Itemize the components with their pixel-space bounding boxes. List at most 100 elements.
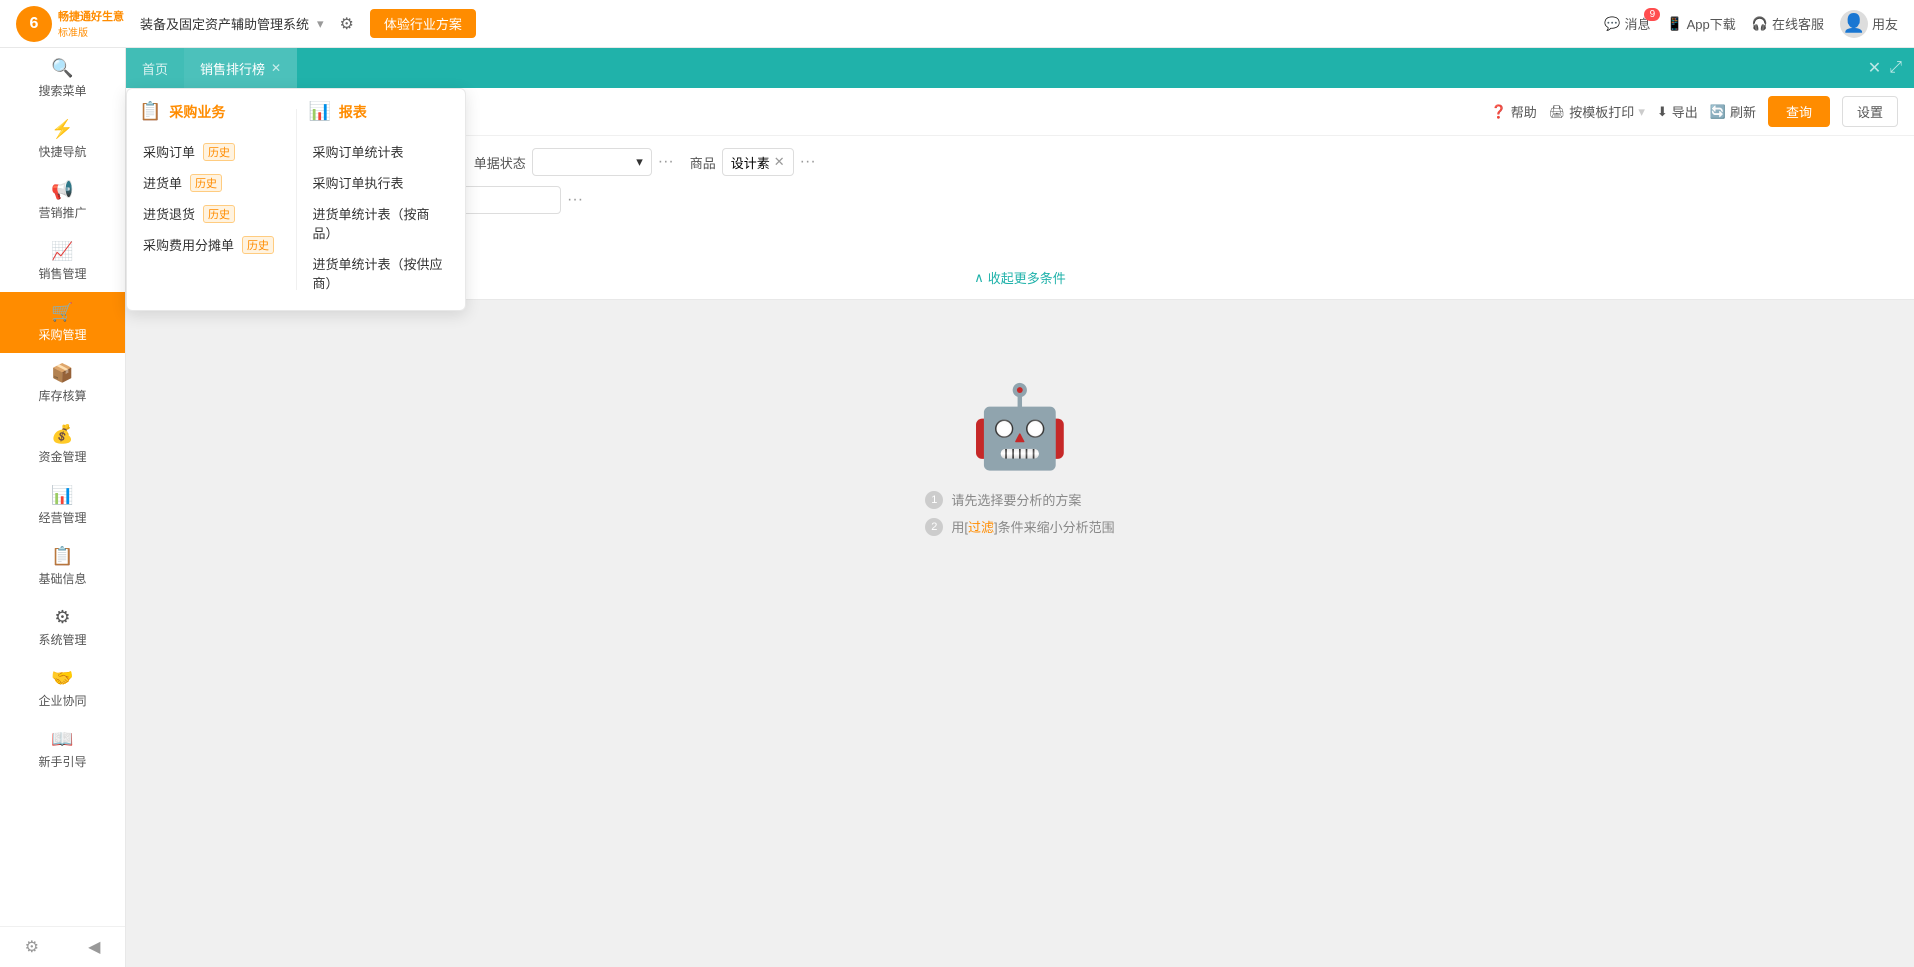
menu-item-goods-receipt[interactable]: 进货单 历史 xyxy=(139,167,284,198)
menu-item-receipt-goods[interactable]: 进货单统计表（按商品） xyxy=(309,198,454,248)
empty-step-1: 1 请先选择要分析的方案 xyxy=(925,490,1081,509)
purchase-section: 📋 采购业务 采购订单 历史 进货单 历史 xyxy=(127,101,296,298)
report-section-icon: 📊 xyxy=(309,101,331,122)
handshake-icon: 🤝 xyxy=(51,668,73,689)
settings-bottom-icon[interactable]: ⚙ xyxy=(25,937,39,957)
sidebar-label-sales: 销售管理 xyxy=(38,265,86,282)
voucher-status-group: 单据状态 ▾ ··· xyxy=(474,148,674,176)
query-btn[interactable]: 查询 xyxy=(1768,96,1830,127)
receipt-goods-label: 进货单统计表（按商品） xyxy=(313,204,450,242)
menu-sections: 📋 采购业务 采购订单 历史 进货单 历史 xyxy=(127,101,465,298)
system-dropdown-icon[interactable]: ▾ xyxy=(317,16,324,32)
purchase-section-icon: 📋 xyxy=(139,101,161,122)
menu-item-purchase-order[interactable]: 采购订单 历史 xyxy=(139,136,284,167)
sidebar-item-guide[interactable]: 📖 新手引导 xyxy=(0,719,125,780)
app-download-btn[interactable]: 📱 App下载 xyxy=(1666,14,1735,33)
sidebar-item-basic[interactable]: 📋 基础信息 xyxy=(0,536,125,597)
collapse-label: 收起更多条件 xyxy=(988,268,1066,287)
sidebar-label-quick-nav: 快捷导航 xyxy=(38,143,86,160)
goods-receipt-history-badge: 历史 xyxy=(190,174,222,192)
goods-label: 商品 xyxy=(690,153,716,172)
purchase-order-history-badge: 历史 xyxy=(203,143,235,161)
logo-area: 6 畅捷通好生意 标准版 xyxy=(16,6,124,42)
goods-tag-close-icon[interactable]: ✕ xyxy=(774,154,785,170)
sidebar-item-system[interactable]: ⚙ 系统管理 xyxy=(0,597,125,658)
goods-tag-text: 设计素 xyxy=(731,153,770,172)
voucher-status-select[interactable]: ▾ xyxy=(532,148,652,176)
user-avatar: 👤 xyxy=(1840,10,1868,38)
collapse-up-icon: ∧ xyxy=(974,270,984,286)
goods-return-label: 进货退货 xyxy=(143,204,195,223)
flash-icon: ⚡ xyxy=(51,119,73,140)
export-icon: ⬇ xyxy=(1657,104,1668,120)
app-name: 畅捷通好生意 xyxy=(58,8,124,24)
goods-receipt-label: 进货单 xyxy=(143,173,182,192)
menu-item-order-exec[interactable]: 采购订单执行表 xyxy=(309,167,454,198)
tab-sales-rank[interactable]: 销售排行榜 ✕ xyxy=(184,48,297,88)
sales-rank-tab-label: 销售排行榜 xyxy=(200,59,265,78)
online-service-label: 在线客服 xyxy=(1772,14,1824,33)
export-btn[interactable]: ⬇ 导出 xyxy=(1657,102,1698,121)
nav-with-menu: ❓ 帮助 🖨 按模板打印 ▾ ⬇ 导出 🔄 xyxy=(126,88,1914,616)
online-service-btn[interactable]: 🎧 在线客服 xyxy=(1752,14,1824,33)
message-btn[interactable]: 💬 消息 9 xyxy=(1604,14,1650,33)
print-dropdown-icon[interactable]: ▾ xyxy=(1638,104,1645,120)
tab-bar-expand-icon[interactable]: ⤢ xyxy=(1889,59,1902,77)
sidebar-item-purchase[interactable]: 🛒 采购管理 xyxy=(0,292,125,353)
goods-tag[interactable]: 设计素 ✕ xyxy=(722,148,794,176)
print-btn[interactable]: 🖨 按模板打印 ▾ xyxy=(1549,102,1645,121)
goods-return-history-badge: 历史 xyxy=(203,205,235,223)
sidebar-item-operation[interactable]: 📊 经营管理 xyxy=(0,475,125,536)
menu-item-purchase-fee[interactable]: 采购费用分摊单 历史 xyxy=(139,229,284,260)
collapse-sidebar-icon[interactable]: ◀ xyxy=(88,937,100,957)
printer-icon: 🖨 xyxy=(1549,104,1566,120)
box-icon: 📦 xyxy=(51,363,73,384)
voucher-status-ellipsis[interactable]: ··· xyxy=(658,153,674,171)
system-settings-icon[interactable]: ⚙ xyxy=(340,14,354,34)
sidebar-label-search: 搜索菜单 xyxy=(38,82,86,99)
home-tab-label: 首页 xyxy=(142,59,168,78)
sidebar-item-marketing[interactable]: 📢 营销推广 xyxy=(0,170,125,231)
purchase-order-label: 采购订单 xyxy=(143,142,195,161)
app-download-label: App下载 xyxy=(1687,14,1736,33)
industry-btn[interactable]: 体验行业方案 xyxy=(370,9,476,38)
message-icon: 💬 xyxy=(1604,16,1620,32)
user-area[interactable]: 👤 用友 xyxy=(1840,10,1898,38)
voucher-status-label: 单据状态 xyxy=(474,153,526,172)
tab-bar-close-icon[interactable]: ✕ xyxy=(1868,58,1881,78)
purchase-section-label: 采购业务 xyxy=(169,102,225,122)
purchase-fee-label: 采购费用分摊单 xyxy=(143,235,234,254)
menu-item-order-stats[interactable]: 采购订单统计表 xyxy=(309,136,454,167)
step-2-text: 用[过滤]条件来缩小分析范围 xyxy=(951,517,1114,536)
menu-item-receipt-supplier[interactable]: 进货单统计表（按供应商） xyxy=(309,248,454,298)
step-2-num: 2 xyxy=(925,518,943,536)
sidebar-item-inventory[interactable]: 📦 库存核算 xyxy=(0,353,125,414)
page-content: ❓ 帮助 🖨 按模板打印 ▾ ⬇ 导出 🔄 xyxy=(126,88,1914,967)
refresh-icon: 🔄 xyxy=(1710,104,1726,120)
main-area: 🔍 搜索菜单 ⚡ 快捷导航 📢 营销推广 📈 销售管理 🛒 采购管理 📦 xyxy=(0,48,1914,967)
step-1-text: 请先选择要分析的方案 xyxy=(951,490,1081,509)
salesperson-ellipsis[interactable]: ··· xyxy=(567,191,583,209)
goods-ellipsis[interactable]: ··· xyxy=(800,153,816,171)
megaphone-icon: 📢 xyxy=(51,180,73,201)
collapse-conditions-btn[interactable]: ∧ 收起更多条件 xyxy=(974,268,1066,287)
sidebar-item-quick-nav[interactable]: ⚡ 快捷导航 xyxy=(0,109,125,170)
sidebar-item-enterprise[interactable]: 🤝 企业协同 xyxy=(0,658,125,719)
sidebar-item-finance[interactable]: 💰 资金管理 xyxy=(0,414,125,475)
set-btn[interactable]: 设置 xyxy=(1842,96,1898,127)
step-1-num: 1 xyxy=(925,491,943,509)
empty-step-2: 2 用[过滤]条件来缩小分析范围 xyxy=(925,517,1114,536)
tab-home[interactable]: 首页 xyxy=(126,48,184,88)
empty-steps: 1 请先选择要分析的方案 2 用[过滤]条件来缩小分析范围 xyxy=(925,490,1114,536)
menu-item-goods-return[interactable]: 进货退货 历史 xyxy=(139,198,284,229)
tab-close-icon[interactable]: ✕ xyxy=(271,61,281,75)
refresh-label: 刷新 xyxy=(1730,102,1756,121)
book-icon: 📖 xyxy=(51,729,73,750)
top-bar: 6 畅捷通好生意 标准版 装备及固定资产辅助管理系统 ▾ ⚙ 体验行业方案 💬 … xyxy=(0,0,1914,48)
help-btn[interactable]: ❓ 帮助 xyxy=(1491,102,1537,121)
sidebar-item-sales[interactable]: 📈 销售管理 xyxy=(0,231,125,292)
refresh-btn[interactable]: 🔄 刷新 xyxy=(1710,102,1756,121)
sidebar-item-search[interactable]: 🔍 搜索菜单 xyxy=(0,48,125,109)
app-logo: 6 xyxy=(16,6,52,42)
export-label: 导出 xyxy=(1672,102,1698,121)
